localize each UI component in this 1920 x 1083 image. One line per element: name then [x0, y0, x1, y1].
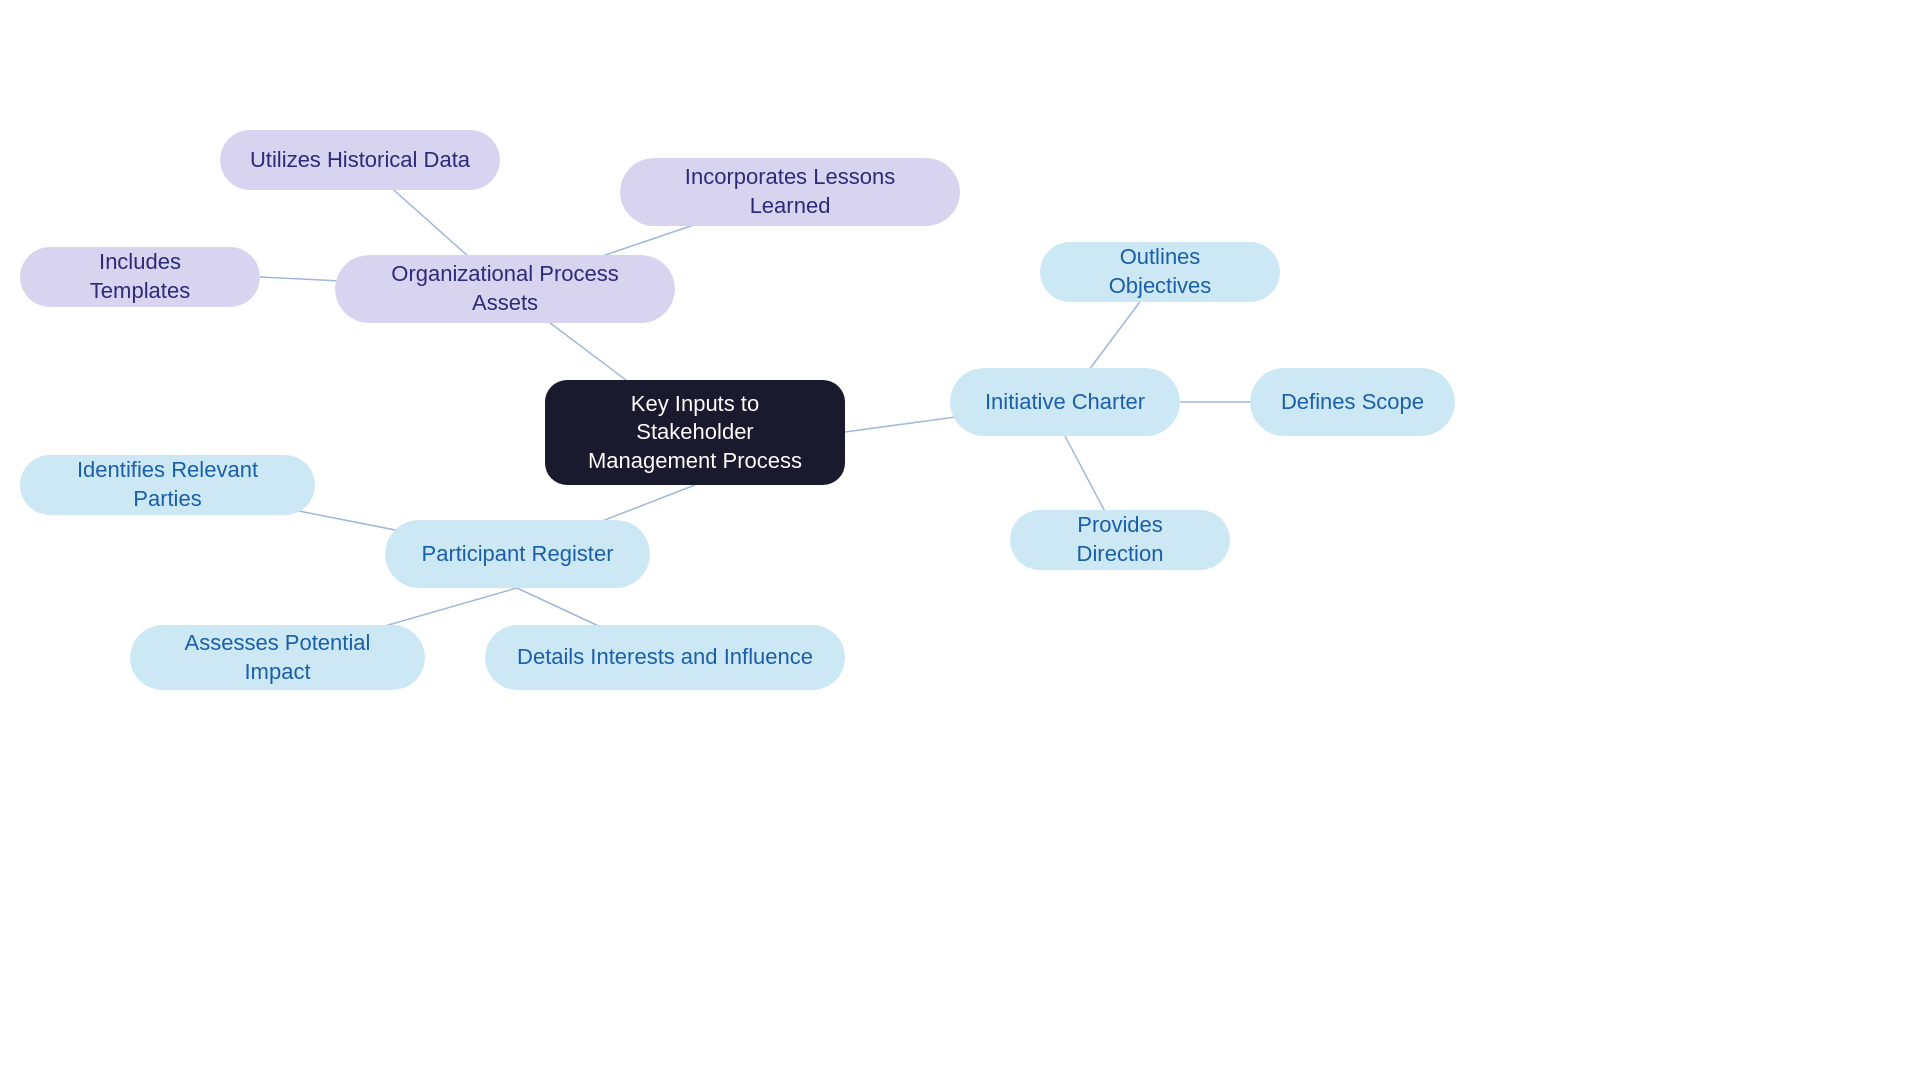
utilizes-historical-label: Utilizes Historical Data: [250, 146, 470, 175]
identifies-relevant-label: Identifies Relevant Parties: [48, 456, 287, 513]
details-interests-node: Details Interests and Influence: [485, 625, 845, 690]
outlines-objectives-label: Outlines Objectives: [1068, 243, 1252, 300]
includes-templates-node: Includes Templates: [20, 247, 260, 307]
includes-templates-label: Includes Templates: [48, 248, 232, 305]
participant-register-node: Participant Register: [385, 520, 650, 588]
participant-register-label: Participant Register: [422, 540, 614, 569]
defines-scope-label: Defines Scope: [1281, 388, 1424, 417]
identifies-relevant-node: Identifies Relevant Parties: [20, 455, 315, 515]
defines-scope-node: Defines Scope: [1250, 368, 1455, 436]
center-label: Key Inputs to Stakeholder Management Pro…: [573, 390, 817, 476]
details-interests-label: Details Interests and Influence: [517, 643, 813, 672]
initiative-charter-node: Initiative Charter: [950, 368, 1180, 436]
assesses-impact-node: Assesses Potential Impact: [130, 625, 425, 690]
center-node: Key Inputs to Stakeholder Management Pro…: [545, 380, 845, 485]
org-process-assets-node: Organizational Process Assets: [335, 255, 675, 323]
incorporates-lessons-node: Incorporates Lessons Learned: [620, 158, 960, 226]
incorporates-lessons-label: Incorporates Lessons Learned: [648, 163, 932, 220]
initiative-charter-label: Initiative Charter: [985, 388, 1145, 417]
provides-direction-node: Provides Direction: [1010, 510, 1230, 570]
outlines-objectives-node: Outlines Objectives: [1040, 242, 1280, 302]
utilizes-historical-node: Utilizes Historical Data: [220, 130, 500, 190]
org-process-assets-label: Organizational Process Assets: [363, 260, 647, 317]
assesses-impact-label: Assesses Potential Impact: [158, 629, 397, 686]
provides-direction-label: Provides Direction: [1038, 511, 1202, 568]
